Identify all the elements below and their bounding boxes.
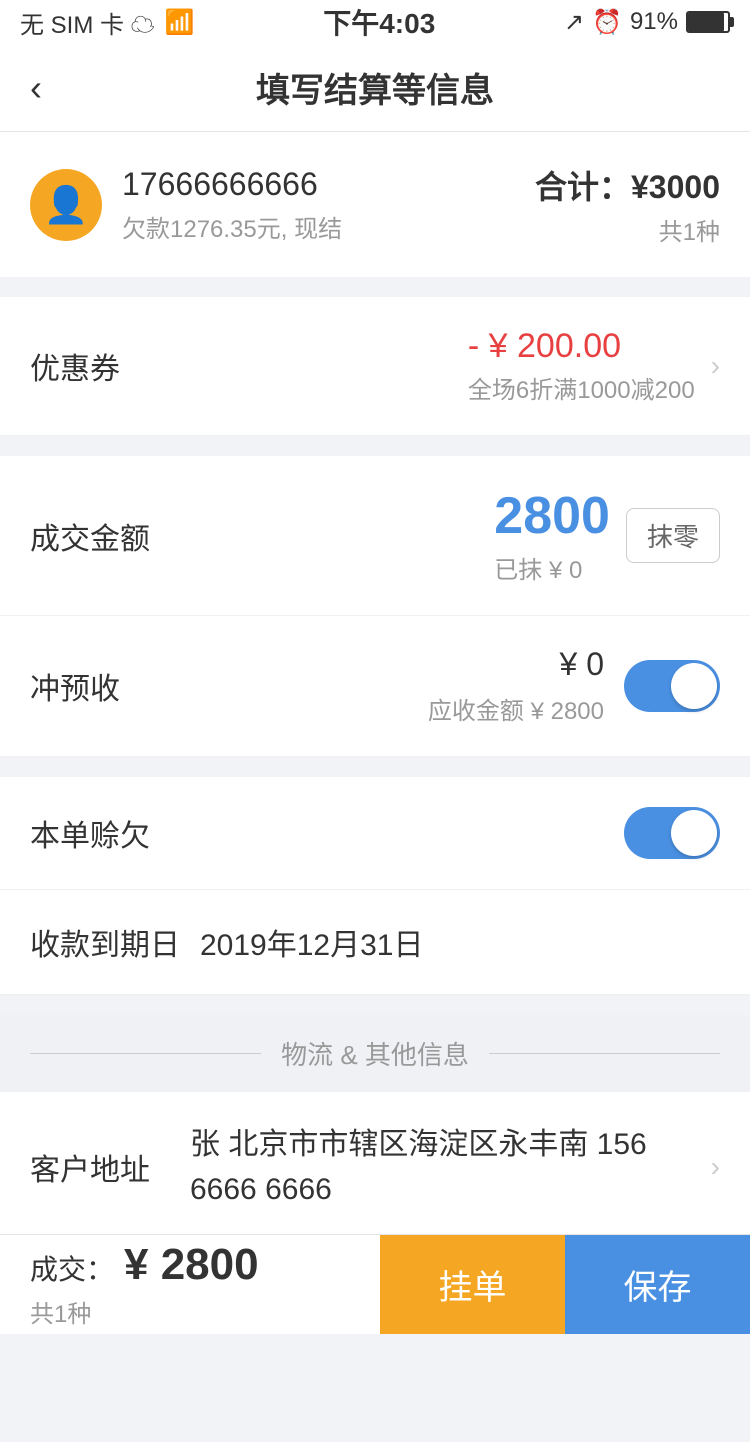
- user-info: 17666666666 欠款1276.35元, 现结: [122, 166, 342, 244]
- due-date-label: 收款到期日: [30, 920, 180, 964]
- debt-row: 本单赊欠: [0, 777, 750, 890]
- total-amount: 合计：¥3000: [535, 162, 720, 208]
- deal-amount-value: 2800: [494, 486, 610, 546]
- footer-deal-label: 成交：: [30, 1248, 114, 1288]
- footer-bar: 成交： ¥ 2800 共1种 挂单 保存: [0, 1234, 750, 1334]
- battery-percent: 91%: [630, 8, 678, 36]
- status-time: 下午4:03: [323, 2, 435, 42]
- page-title: 填写结算等信息: [256, 63, 494, 112]
- nav-bar: ‹ 填写结算等信息: [0, 44, 750, 132]
- logistics-line-left: [30, 1053, 261, 1054]
- status-left: 无 SIM 卡 ☁ 📶: [20, 5, 195, 40]
- deal-amount-block: 2800 已抹 ¥ 0: [494, 486, 610, 585]
- deal-amount-label: 成交金额: [30, 514, 150, 558]
- total-count: 共1种: [535, 212, 720, 247]
- prepay-sub: 应收金额 ¥ 2800: [428, 691, 604, 726]
- status-right: ↗ ⏰ 91%: [564, 8, 730, 37]
- save-button[interactable]: 保存: [565, 1235, 750, 1334]
- debt-label: 本单赊欠: [30, 811, 150, 855]
- prepay-toggle[interactable]: [624, 660, 720, 712]
- footer-deal-count: 共1种: [30, 1294, 350, 1329]
- coupon-chevron-icon: ›: [711, 350, 720, 382]
- user-debt: 欠款1276.35元, 现结: [122, 209, 342, 244]
- divider-1: [0, 277, 750, 297]
- logistics-divider: 物流 & 其他信息: [0, 1015, 750, 1092]
- address-value: 张 北京市市辖区海淀区永丰南 156 6666 6666: [190, 1122, 691, 1212]
- coupon-sub: 全场6折满1000减200: [468, 370, 695, 405]
- debt-toggle-knob: [671, 810, 717, 856]
- footer-deal-top: 成交： ¥ 2800: [30, 1240, 350, 1290]
- divider-2: [0, 436, 750, 456]
- location-icon: ↗: [564, 8, 584, 37]
- divider-3: [0, 757, 750, 777]
- deal-amount-sub: 已抹 ¥ 0: [494, 550, 610, 585]
- toggle-knob: [671, 663, 717, 709]
- due-date-value: 2019年12月31日: [200, 920, 423, 964]
- due-date-row: 收款到期日 2019年12月31日: [0, 890, 750, 995]
- round-zero-button[interactable]: 抹零: [626, 508, 720, 563]
- coupon-value: - ¥ 200.00: [468, 327, 695, 366]
- address-chevron-icon: ›: [711, 1151, 720, 1183]
- back-button[interactable]: ‹: [30, 67, 42, 109]
- status-bar: 无 SIM 卡 ☁ 📶 下午4:03 ↗ ⏰ 91%: [0, 0, 750, 44]
- wifi-icon: 📶: [165, 8, 195, 37]
- coupon-row[interactable]: 优惠券 - ¥ 200.00 全场6折满1000减200 ›: [0, 297, 750, 436]
- debt-toggle[interactable]: [624, 807, 720, 859]
- logistics-label: 物流 & 其他信息: [281, 1035, 469, 1072]
- avatar: 👤: [30, 169, 102, 241]
- avatar-icon: 👤: [44, 184, 89, 226]
- user-left: 👤 17666666666 欠款1276.35元, 现结: [30, 166, 342, 244]
- prepay-row: 冲预收 ¥ 0 应收金额 ¥ 2800: [0, 616, 750, 757]
- prepay-value-block: ¥ 0 应收金额 ¥ 2800: [428, 646, 604, 726]
- deal-amount-right: 2800 已抹 ¥ 0 抹零: [494, 486, 720, 585]
- hang-button[interactable]: 挂单: [380, 1235, 565, 1334]
- no-sim-label: 无 SIM 卡 ☁: [20, 5, 155, 40]
- coupon-label: 优惠券: [30, 344, 120, 388]
- user-right: 合计：¥3000 共1种: [535, 162, 720, 247]
- prepay-row-right: ¥ 0 应收金额 ¥ 2800: [428, 646, 720, 726]
- address-label: 客户地址: [30, 1145, 150, 1189]
- footer-deal: 成交： ¥ 2800 共1种: [0, 1240, 380, 1329]
- prepay-label: 冲预收: [30, 664, 120, 708]
- logistics-line-right: [489, 1053, 720, 1054]
- prepay-amount: ¥ 0: [560, 646, 604, 683]
- user-row: 👤 17666666666 欠款1276.35元, 现结 合计：¥3000 共1…: [0, 132, 750, 277]
- coupon-value-block: - ¥ 200.00 全场6折满1000减200: [468, 327, 695, 405]
- address-row[interactable]: 客户地址 张 北京市市辖区海淀区永丰南 156 6666 6666 ›: [0, 1092, 750, 1242]
- battery-icon: [686, 11, 730, 33]
- divider-4: [0, 995, 750, 1015]
- deal-amount-row: 成交金额 2800 已抹 ¥ 0 抹零: [0, 456, 750, 616]
- user-info-card: 👤 17666666666 欠款1276.35元, 现结 合计：¥3000 共1…: [0, 132, 750, 277]
- coupon-right: - ¥ 200.00 全场6折满1000减200 ›: [468, 327, 720, 405]
- user-phone: 17666666666: [122, 166, 342, 203]
- alarm-icon: ⏰: [592, 8, 622, 37]
- footer-deal-amount: ¥ 2800: [124, 1240, 259, 1290]
